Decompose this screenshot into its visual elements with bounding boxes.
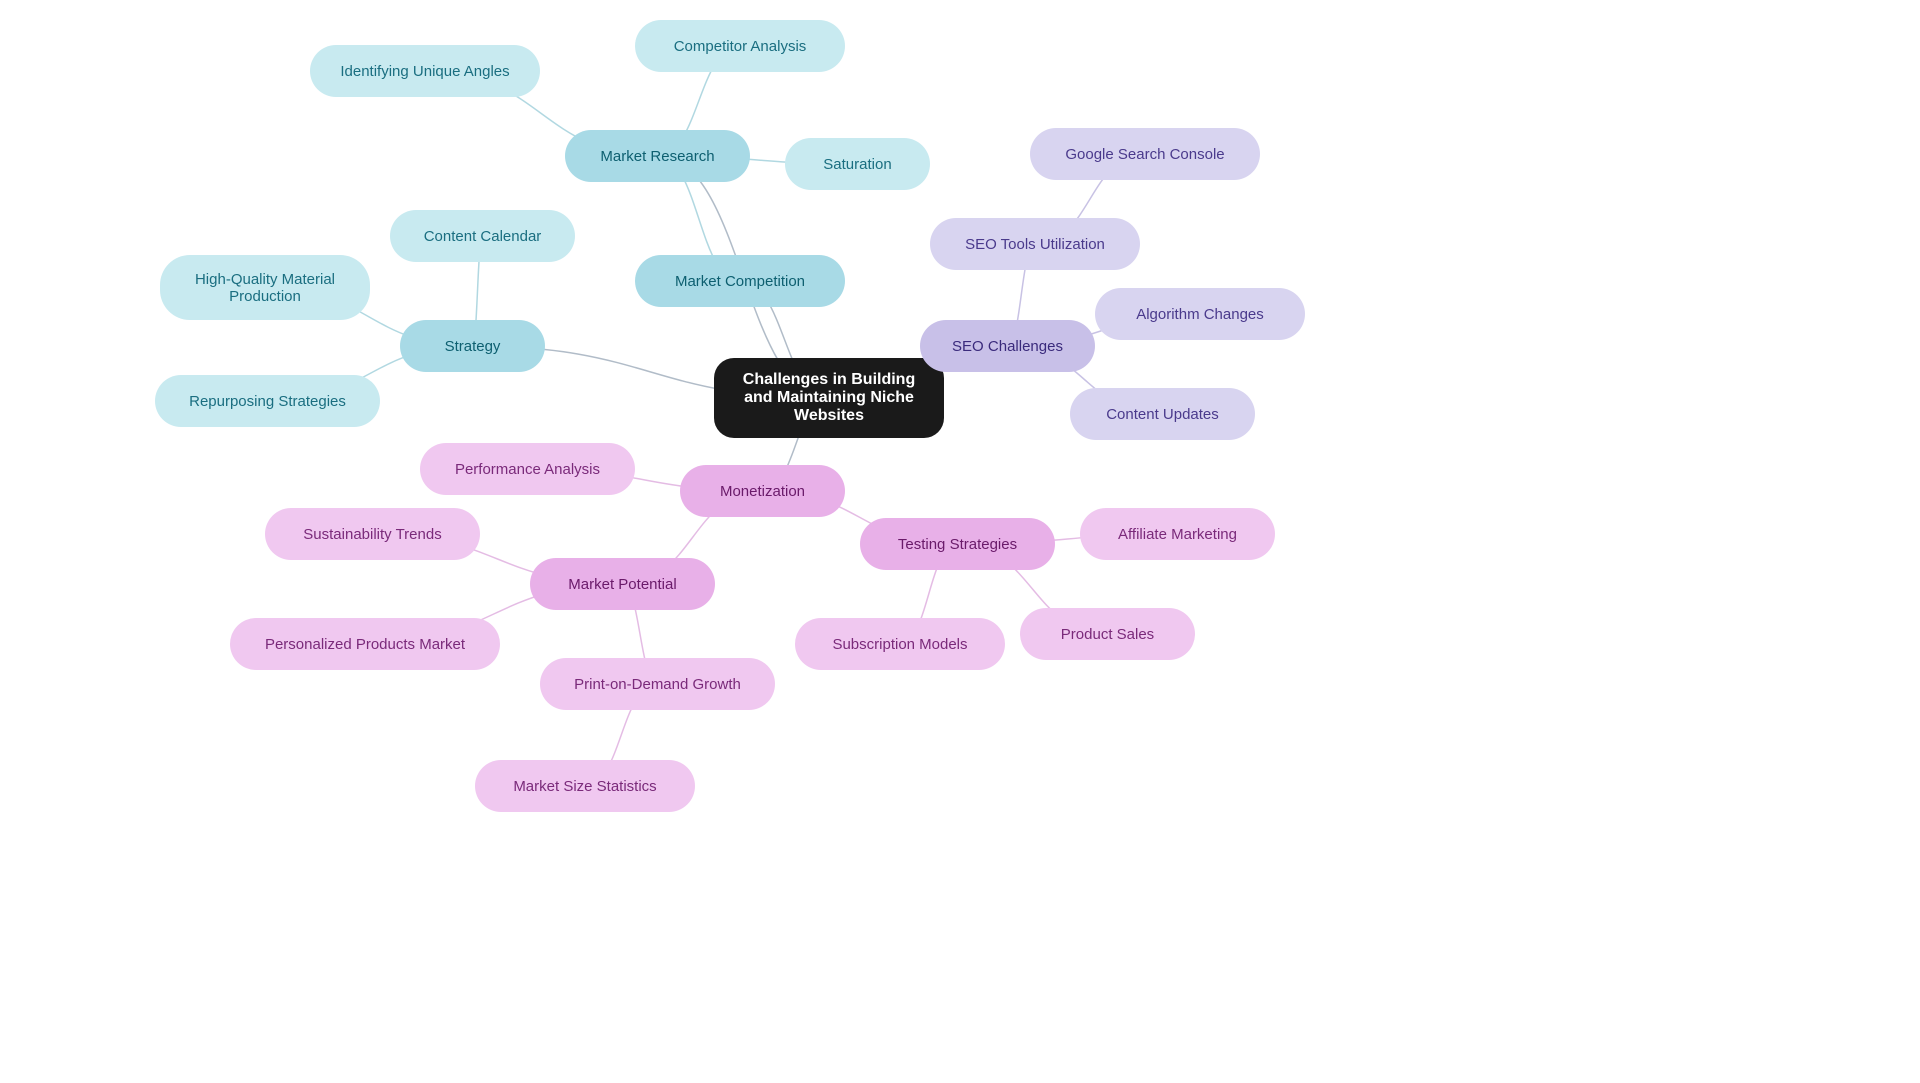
node-seoChallenges[interactable]: SEO Challenges <box>920 320 1095 372</box>
node-algorithmChanges[interactable]: Algorithm Changes <box>1095 288 1305 340</box>
node-strategy[interactable]: Strategy <box>400 320 545 372</box>
node-competitorAnalysis[interactable]: Competitor Analysis <box>635 20 845 72</box>
node-personalizedProductsMarket[interactable]: Personalized Products Market <box>230 618 500 670</box>
node-saturation[interactable]: Saturation <box>785 138 930 190</box>
node-identifyingUniqueAngles[interactable]: Identifying Unique Angles <box>310 45 540 97</box>
node-productSales[interactable]: Product Sales <box>1020 608 1195 660</box>
node-printOnDemandGrowth[interactable]: Print-on-Demand Growth <box>540 658 775 710</box>
node-performanceAnalysis[interactable]: Performance Analysis <box>420 443 635 495</box>
node-subscriptionModels[interactable]: Subscription Models <box>795 618 1005 670</box>
node-testingStrategies[interactable]: Testing Strategies <box>860 518 1055 570</box>
node-marketSizeStatistics[interactable]: Market Size Statistics <box>475 760 695 812</box>
node-marketCompetition[interactable]: Market Competition <box>635 255 845 307</box>
node-monetization[interactable]: Monetization <box>680 465 845 517</box>
node-center[interactable]: Challenges in Building and Maintaining N… <box>714 358 944 438</box>
node-googleSearchConsole[interactable]: Google Search Console <box>1030 128 1260 180</box>
node-contentUpdates[interactable]: Content Updates <box>1070 388 1255 440</box>
node-repurposingStrategies[interactable]: Repurposing Strategies <box>155 375 380 427</box>
node-highQualityMaterial[interactable]: High-Quality Material Production <box>160 255 370 320</box>
node-seoToolsUtilization[interactable]: SEO Tools Utilization <box>930 218 1140 270</box>
mindmap-container: Challenges in Building and Maintaining N… <box>0 0 1920 1083</box>
node-contentCalendar[interactable]: Content Calendar <box>390 210 575 262</box>
node-affiliateMarketing[interactable]: Affiliate Marketing <box>1080 508 1275 560</box>
node-marketResearch[interactable]: Market Research <box>565 130 750 182</box>
node-sustainabilityTrends[interactable]: Sustainability Trends <box>265 508 480 560</box>
node-marketPotential[interactable]: Market Potential <box>530 558 715 610</box>
